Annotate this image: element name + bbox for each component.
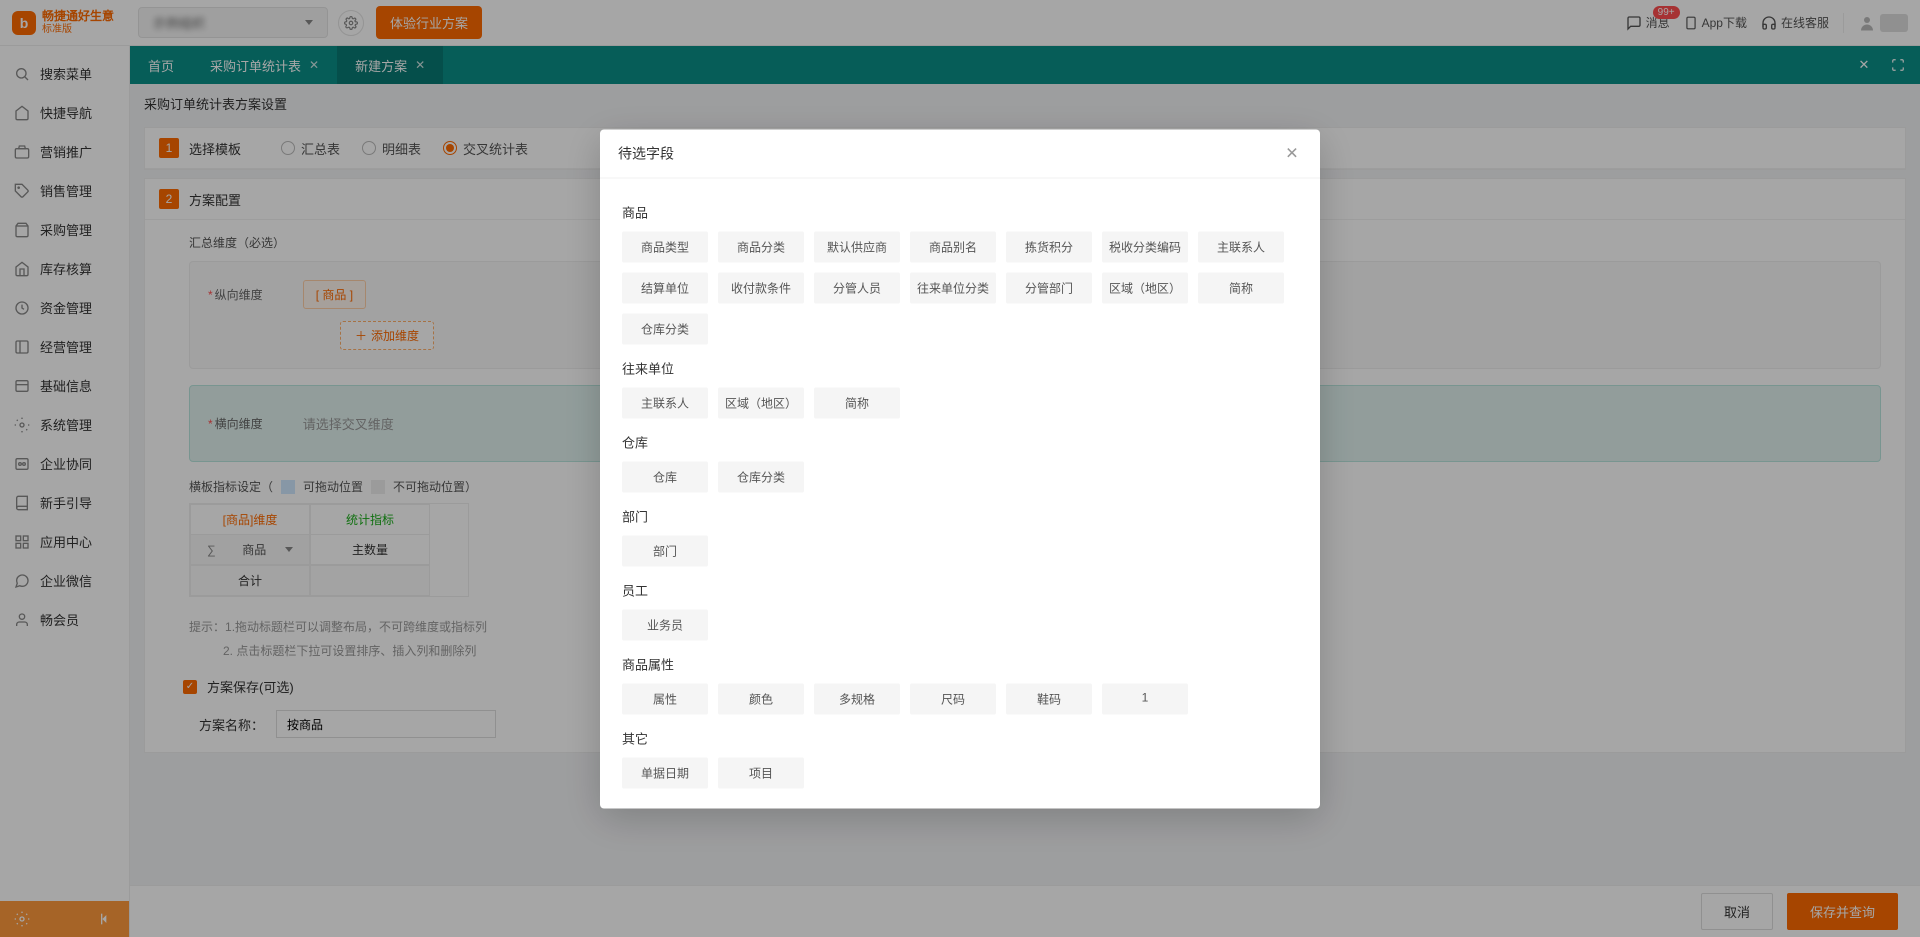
field-chip[interactable]: 简称	[1198, 272, 1284, 303]
field-chip[interactable]: 仓库	[622, 461, 708, 492]
field-chip[interactable]: 主联系人	[622, 387, 708, 418]
field-chip[interactable]: 分管人员	[814, 272, 900, 303]
field-chip[interactable]: 鞋码	[1006, 683, 1092, 714]
field-chip[interactable]: 属性	[622, 683, 708, 714]
field-picker-modal: 待选字段 ✕ 商品商品类型商品分类默认供应商商品别名拣货积分税收分类编码主联系人…	[600, 129, 1320, 808]
field-chip[interactable]: 商品分类	[718, 231, 804, 262]
field-chip[interactable]: 区域（地区）	[1102, 272, 1188, 303]
field-chip[interactable]: 业务员	[622, 609, 708, 640]
field-chip[interactable]: 往来单位分类	[910, 272, 996, 303]
field-chip[interactable]: 商品别名	[910, 231, 996, 262]
field-group-title: 其它	[622, 728, 1298, 747]
field-chip[interactable]: 结算单位	[622, 272, 708, 303]
field-chip[interactable]: 项目	[718, 757, 804, 788]
field-chip[interactable]: 1	[1102, 683, 1188, 714]
field-chip[interactable]: 税收分类编码	[1102, 231, 1188, 262]
modal-close-button[interactable]: ✕	[1282, 143, 1302, 163]
field-chip[interactable]: 拣货积分	[1006, 231, 1092, 262]
field-chip[interactable]: 部门	[622, 535, 708, 566]
field-chip[interactable]: 多规格	[814, 683, 900, 714]
field-chip[interactable]: 简称	[814, 387, 900, 418]
field-chip[interactable]: 区域（地区）	[718, 387, 804, 418]
field-group-title: 商品	[622, 202, 1298, 221]
field-group-title: 商品属性	[622, 654, 1298, 673]
field-group-title: 部门	[622, 506, 1298, 525]
field-chip[interactable]: 主联系人	[1198, 231, 1284, 262]
field-chip[interactable]: 商品类型	[622, 231, 708, 262]
field-group-title: 员工	[622, 580, 1298, 599]
field-chip[interactable]: 分管部门	[1006, 272, 1092, 303]
field-chip[interactable]: 尺码	[910, 683, 996, 714]
field-group-title: 往来单位	[622, 358, 1298, 377]
field-chip[interactable]: 单据日期	[622, 757, 708, 788]
field-chip[interactable]: 默认供应商	[814, 231, 900, 262]
field-chip[interactable]: 颜色	[718, 683, 804, 714]
field-chip[interactable]: 仓库分类	[718, 461, 804, 492]
field-group-title: 仓库	[622, 432, 1298, 451]
field-chip[interactable]: 收付款条件	[718, 272, 804, 303]
field-chip[interactable]: 仓库分类	[622, 313, 708, 344]
modal-title: 待选字段	[618, 143, 674, 163]
